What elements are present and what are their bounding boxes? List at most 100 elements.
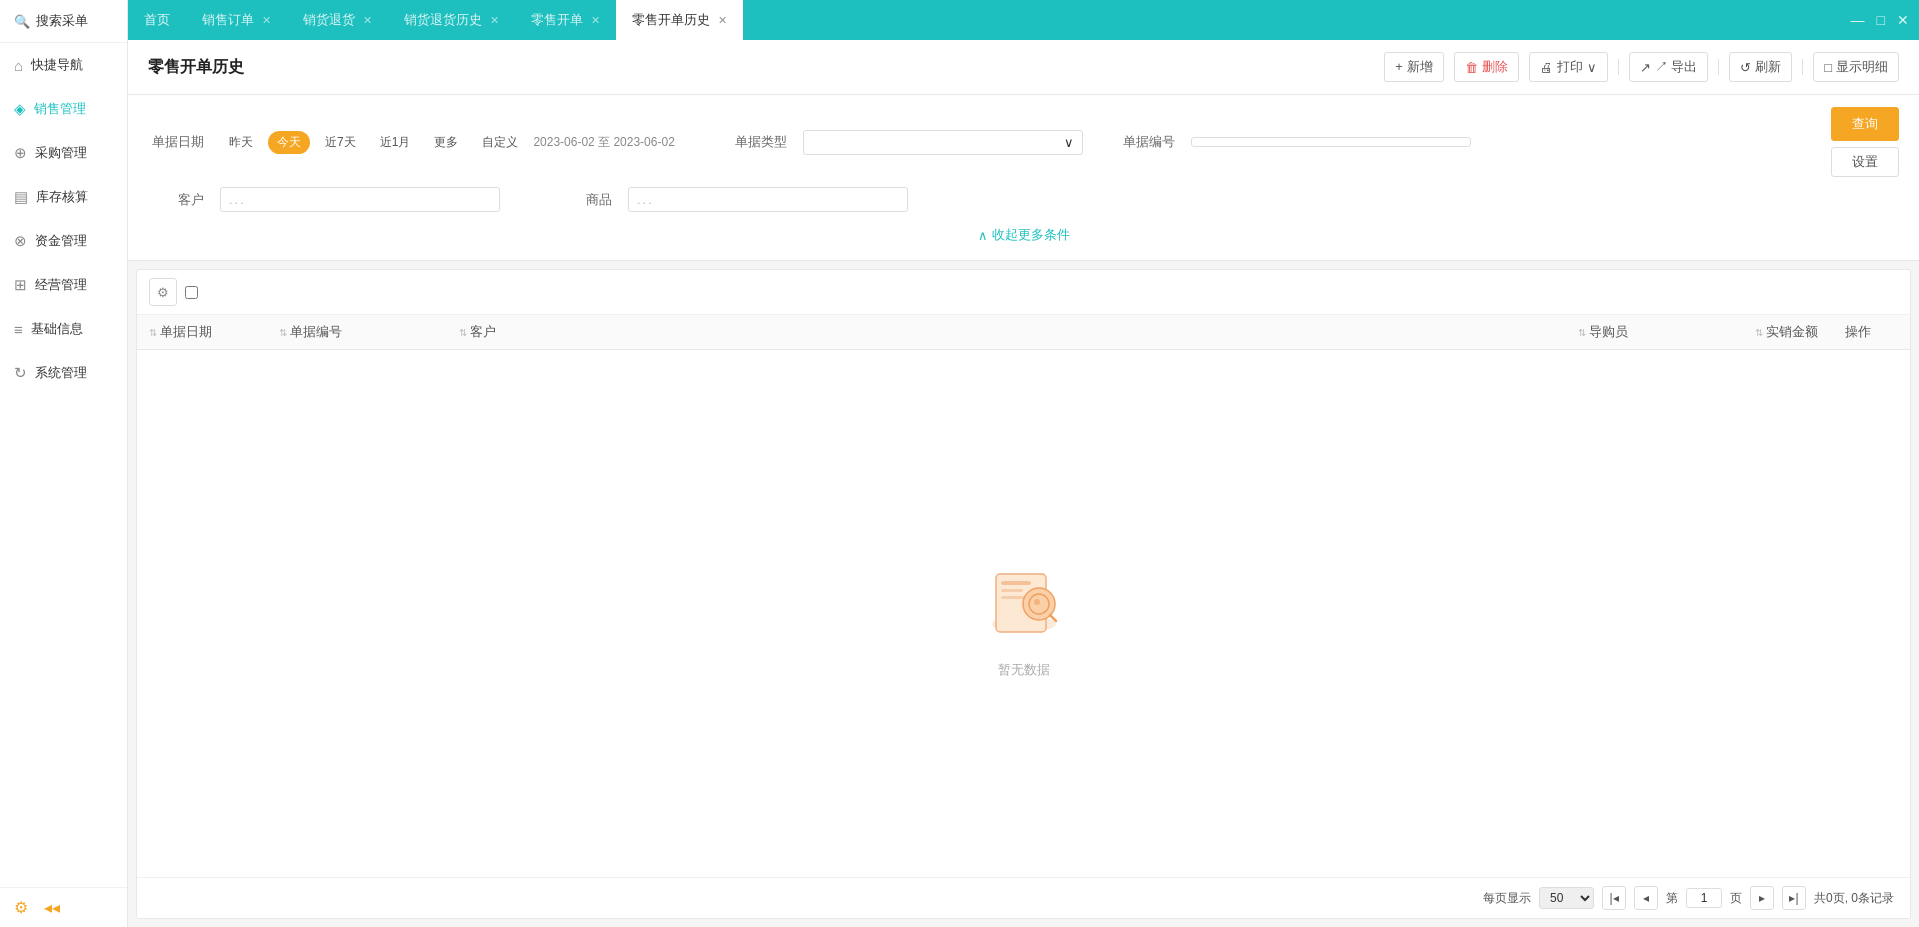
toolbar-divider xyxy=(1618,59,1619,75)
date-btn-today[interactable]: 今天 xyxy=(268,131,310,154)
tab-sales-order-label: 销售订单 xyxy=(202,11,254,29)
empty-illustration xyxy=(974,549,1074,649)
product-input[interactable]: ... xyxy=(628,187,908,212)
customer-input[interactable]: ... xyxy=(220,187,500,212)
tab-sales-return-label: 销货退货 xyxy=(303,11,355,29)
th-customer-label: 客户 xyxy=(470,323,496,341)
th-date[interactable]: ⇅ 单据日期 xyxy=(149,323,279,341)
sidebar-item-inventory[interactable]: ▤ 库存核算 xyxy=(0,175,127,219)
sidebar-item-finance[interactable]: ⊗ 资金管理 xyxy=(0,219,127,263)
svg-point-8 xyxy=(1034,599,1040,605)
toolbar-divider3 xyxy=(1802,59,1803,75)
page-next-btn[interactable]: ▸ xyxy=(1750,886,1774,910)
th-billno[interactable]: ⇅ 单据编号 xyxy=(279,323,459,341)
sidebar-item-basic-info[interactable]: ≡ 基础信息 xyxy=(0,307,127,351)
date-btn-custom[interactable]: 自定义 xyxy=(473,130,527,155)
page-input[interactable] xyxy=(1686,888,1722,908)
sidebar-item-purchase-mgmt[interactable]: ⊕ 采购管理 xyxy=(0,131,127,175)
add-button[interactable]: + 新增 xyxy=(1384,52,1443,82)
finance-icon: ⊗ xyxy=(14,232,27,250)
sidebar-bottom: ⚙ ◂◂ xyxy=(0,887,127,927)
display-detail-label: 显示明细 xyxy=(1836,58,1888,76)
date-btn-more[interactable]: 更多 xyxy=(425,130,467,155)
collapse-filter-btn[interactable]: ∧ 收起更多条件 xyxy=(148,222,1899,248)
tab-home[interactable]: 首页 xyxy=(128,0,186,40)
delete-icon: 🗑 xyxy=(1465,60,1478,75)
tab-retail-open-history-label: 零售开单历史 xyxy=(632,11,710,29)
product-dots: ... xyxy=(637,192,654,207)
window-minimize-btn[interactable]: — xyxy=(1851,12,1865,28)
bill-type-select[interactable]: ∨ xyxy=(803,130,1083,155)
sidebar-label-finance: 资金管理 xyxy=(35,232,87,250)
top-right-controls: — □ ✕ xyxy=(1851,12,1919,28)
sort-billno-icon: ⇅ xyxy=(279,327,287,338)
collapse-sidebar-icon[interactable]: ◂◂ xyxy=(44,898,60,917)
th-guide[interactable]: ⇅ 导购员 xyxy=(1578,323,1698,341)
export-icon: ↗ xyxy=(1640,60,1651,75)
sidebar-item-system[interactable]: ↻ 系统管理 xyxy=(0,351,127,395)
sort-customer-icon: ⇅ xyxy=(459,327,467,338)
purchase-icon: ⊕ xyxy=(14,144,27,162)
bill-no-label: 单据编号 xyxy=(1119,133,1175,151)
svg-rect-3 xyxy=(1001,589,1023,592)
bill-no-input[interactable] xyxy=(1191,137,1471,147)
tab-retail-open[interactable]: 零售开单 ✕ xyxy=(515,0,616,40)
column-settings-button[interactable]: ⚙ xyxy=(149,278,177,306)
sidebar-item-operations[interactable]: ⊞ 经营管理 xyxy=(0,263,127,307)
th-guide-label: 导购员 xyxy=(1589,323,1628,341)
sidebar-item-sales-mgmt[interactable]: ◈ 销售管理 xyxy=(0,87,127,131)
print-button[interactable]: 🖨 打印 ∨ xyxy=(1529,52,1608,82)
tab-retail-open-history[interactable]: 零售开单历史 ✕ xyxy=(616,0,743,40)
sidebar-item-quick-nav[interactable]: ⌂ 快捷导航 xyxy=(0,43,127,87)
tab-sales-return-close[interactable]: ✕ xyxy=(363,14,372,27)
sidebar-label-operations: 经营管理 xyxy=(35,276,87,294)
page-prev-btn[interactable]: ◂ xyxy=(1634,886,1658,910)
tab-retail-open-history-close[interactable]: ✕ xyxy=(718,14,727,27)
date-btn-1month[interactable]: 近1月 xyxy=(371,130,420,155)
system-icon: ↻ xyxy=(14,364,27,382)
query-button[interactable]: 查询 xyxy=(1831,107,1899,141)
th-amount[interactable]: ⇅ 实销金额 xyxy=(1698,323,1818,341)
page-last-btn[interactable]: ▸| xyxy=(1782,886,1806,910)
th-amount-label: 实销金额 xyxy=(1766,323,1818,341)
toolbar: + 新增 🗑 删除 🖨 打印 ∨ ↗ ↗ 导出 ↺ xyxy=(1384,52,1899,82)
top-tabs-bar: 首页 销售订单 ✕ 销货退货 ✕ 销货退货历史 ✕ 零售开单 ✕ 零售开单历史 … xyxy=(128,0,1919,40)
window-maximize-btn[interactable]: □ xyxy=(1877,12,1885,28)
date-btn-yesterday[interactable]: 昨天 xyxy=(220,130,262,155)
customer-label: 客户 xyxy=(148,191,204,209)
sidebar-label-system: 系统管理 xyxy=(35,364,87,382)
refresh-label: 刷新 xyxy=(1755,58,1781,76)
settings-button[interactable]: 设置 xyxy=(1831,147,1899,177)
th-billno-label: 单据编号 xyxy=(290,323,342,341)
sidebar-search[interactable]: 🔍 搜索采单 xyxy=(0,0,127,43)
table-toolbar-row: ⚙ xyxy=(137,270,1910,315)
settings-gear-icon[interactable]: ⚙ xyxy=(14,898,28,917)
display-detail-button[interactable]: □ 显示明细 xyxy=(1813,52,1899,82)
tab-sales-order-close[interactable]: ✕ xyxy=(262,14,271,27)
window-close-btn[interactable]: ✕ xyxy=(1897,12,1909,28)
tab-sales-return-history[interactable]: 销货退货历史 ✕ xyxy=(388,0,515,40)
th-date-label: 单据日期 xyxy=(160,323,212,341)
refresh-button[interactable]: ↺ 刷新 xyxy=(1729,52,1792,82)
sidebar-label-inventory: 库存核算 xyxy=(36,188,88,206)
delete-button[interactable]: 🗑 删除 xyxy=(1454,52,1519,82)
select-all-checkbox[interactable] xyxy=(185,286,198,299)
tab-sales-order[interactable]: 销售订单 ✕ xyxy=(186,0,287,40)
print-label: 打印 xyxy=(1557,58,1583,76)
table-area: ⚙ ⇅ 单据日期 ⇅ 单据编号 ⇅ 客户 ⇅ 导购 xyxy=(136,269,1911,919)
date-btn-7days[interactable]: 近7天 xyxy=(316,130,365,155)
tab-retail-open-close[interactable]: ✕ xyxy=(591,14,600,27)
page-size-select[interactable]: 50 10 20 100 xyxy=(1539,887,1594,909)
page-first-btn[interactable]: |◂ xyxy=(1602,886,1626,910)
page-header: 零售开单历史 + 新增 🗑 删除 🖨 打印 ∨ ↗ ↗ 导出 xyxy=(128,40,1919,95)
tab-home-label: 首页 xyxy=(144,11,170,29)
page-label: 页 xyxy=(1730,890,1742,907)
tab-sales-return-history-close[interactable]: ✕ xyxy=(490,14,499,27)
tab-retail-open-label: 零售开单 xyxy=(531,11,583,29)
tab-sales-return[interactable]: 销货退货 ✕ xyxy=(287,0,388,40)
export-button[interactable]: ↗ ↗ 导出 xyxy=(1629,52,1709,82)
th-action: 操作 xyxy=(1818,323,1898,341)
page-title: 零售开单历史 xyxy=(148,57,244,78)
refresh-icon: ↺ xyxy=(1740,60,1751,75)
th-customer[interactable]: ⇅ 客户 xyxy=(459,323,1578,341)
